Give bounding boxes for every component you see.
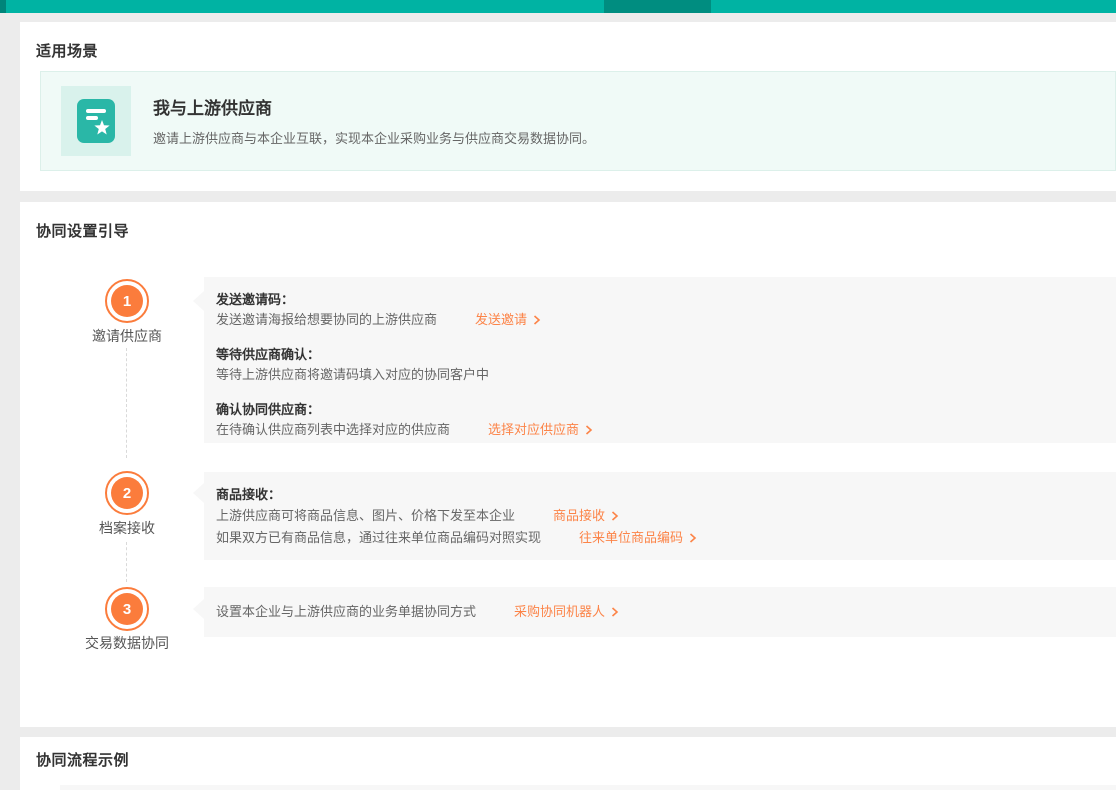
banner-description: 邀请上游供应商与本企业互联，实现本企业采购业务与供应商交易数据协同。 bbox=[153, 131, 596, 146]
step-3-badge: 3 bbox=[105, 587, 149, 631]
goods-receive-link[interactable]: 商品接收 bbox=[553, 508, 619, 523]
panel-arrow bbox=[193, 599, 204, 619]
step-1-label: 邀请供应商 bbox=[92, 328, 162, 344]
flow-example-card: 协同流程示例 bbox=[20, 737, 1116, 790]
guide-item: 发送邀请码： 发送邀请海报给想要协同的上游供应商 发送邀请 bbox=[216, 290, 1104, 330]
link-label: 发送邀请 bbox=[475, 312, 528, 327]
topbar-scrollbar-thumb[interactable] bbox=[604, 0, 711, 13]
topbar bbox=[0, 0, 1116, 13]
step-3-label: 交易数据协同 bbox=[85, 635, 169, 651]
scenario-title: 适用场景 bbox=[36, 43, 99, 60]
item-title: 确认协同供应商： bbox=[216, 402, 321, 417]
step-2-number: 2 bbox=[111, 477, 143, 509]
panel-arrow bbox=[193, 291, 204, 311]
link-label: 往来单位商品编码 bbox=[579, 530, 684, 545]
guide-item: 确认协同供应商： 在待确认供应商列表中选择对应的供应商 选择对应供应商 bbox=[216, 400, 1104, 440]
chevron-right-icon bbox=[611, 511, 619, 521]
guide-title: 协同设置引导 bbox=[36, 223, 130, 240]
step-1-number: 1 bbox=[111, 285, 143, 317]
step-1-panel: 发送邀请码： 发送邀请海报给想要协同的上游供应商 发送邀请 等待供应商确认： 等待… bbox=[193, 277, 1116, 443]
chevron-right-icon bbox=[611, 607, 619, 617]
chevron-right-icon bbox=[533, 315, 541, 325]
guide-card: 协同设置引导 1 邀请供应商 2 档案接收 3 交易数据协同 发送邀请码： 发送… bbox=[20, 202, 1116, 727]
link-label: 商品接收 bbox=[553, 508, 606, 523]
flow-example-panel-edge bbox=[60, 785, 1116, 790]
banner-title: 我与上游供应商 bbox=[153, 99, 272, 118]
document-star-icon bbox=[77, 99, 115, 143]
chevron-right-icon bbox=[689, 533, 697, 543]
item-text: 如果双方已有商品信息，通过往来单位商品编码对照实现 bbox=[216, 530, 542, 545]
item-body: 如果双方已有商品信息，通过往来单位商品编码对照实现 往来单位商品编码 bbox=[216, 527, 1104, 549]
panel-arrow bbox=[193, 483, 204, 503]
partner-goods-code-link[interactable]: 往来单位商品编码 bbox=[579, 530, 697, 545]
scenario-card: 适用场景 我与上游供应商 邀请上游供应商与本企业互联，实现本企业采购业务与供应商… bbox=[20, 22, 1116, 191]
purchase-robot-link[interactable]: 采购协同机器人 bbox=[514, 604, 619, 619]
select-supplier-link[interactable]: 选择对应供应商 bbox=[488, 422, 593, 437]
topbar-left-edge bbox=[0, 0, 6, 13]
step-connector-1 bbox=[126, 348, 127, 458]
step-2-panel: 商品接收： 上游供应商可将商品信息、图片、价格下发至本企业 商品接收 如果双方已有… bbox=[193, 472, 1116, 560]
step-1-badge: 1 bbox=[105, 279, 149, 323]
item-text: 上游供应商可将商品信息、图片、价格下发至本企业 bbox=[216, 508, 516, 523]
link-label: 采购协同机器人 bbox=[514, 604, 606, 619]
item-body: 设置本企业与上游供应商的业务单据协同方式 采购协同机器人 bbox=[216, 603, 1104, 621]
item-text: 设置本企业与上游供应商的业务单据协同方式 bbox=[216, 604, 477, 619]
item-title: 发送邀请码： bbox=[216, 292, 295, 307]
guide-item: 等待供应商确认： 等待上游供应商将邀请码填入对应的协同客户中 bbox=[216, 345, 1104, 385]
item-body: 在待确认供应商列表中选择对应的供应商 选择对应供应商 bbox=[216, 420, 1104, 440]
item-text: 等待上游供应商将邀请码填入对应的协同客户中 bbox=[216, 367, 490, 382]
link-label: 选择对应供应商 bbox=[488, 422, 580, 437]
chevron-right-icon bbox=[585, 425, 593, 435]
scenario-banner: 我与上游供应商 邀请上游供应商与本企业互联，实现本企业采购业务与供应商交易数据协… bbox=[40, 71, 1116, 171]
step-3-panel: 设置本企业与上游供应商的业务单据协同方式 采购协同机器人 bbox=[193, 587, 1116, 637]
step-2-badge: 2 bbox=[105, 471, 149, 515]
item-body: 发送邀请海报给想要协同的上游供应商 发送邀请 bbox=[216, 310, 1104, 330]
item-title: 等待供应商确认： bbox=[216, 347, 321, 362]
step-2-label: 档案接收 bbox=[99, 520, 155, 536]
item-body: 上游供应商可将商品信息、图片、价格下发至本企业 商品接收 bbox=[216, 505, 1104, 527]
step-3-number: 3 bbox=[111, 593, 143, 625]
step-connector-2 bbox=[126, 542, 127, 582]
flow-example-title: 协同流程示例 bbox=[36, 752, 130, 769]
item-title: 商品接收： bbox=[216, 487, 282, 502]
send-invite-link[interactable]: 发送邀请 bbox=[475, 312, 541, 327]
item-body: 等待上游供应商将邀请码填入对应的协同客户中 bbox=[216, 365, 1104, 385]
page: 适用场景 我与上游供应商 邀请上游供应商与本企业互联，实现本企业采购业务与供应商… bbox=[0, 0, 1116, 790]
item-text: 发送邀请海报给想要协同的上游供应商 bbox=[216, 312, 438, 327]
banner-icon-box bbox=[61, 86, 131, 156]
item-text: 在待确认供应商列表中选择对应的供应商 bbox=[216, 422, 451, 437]
